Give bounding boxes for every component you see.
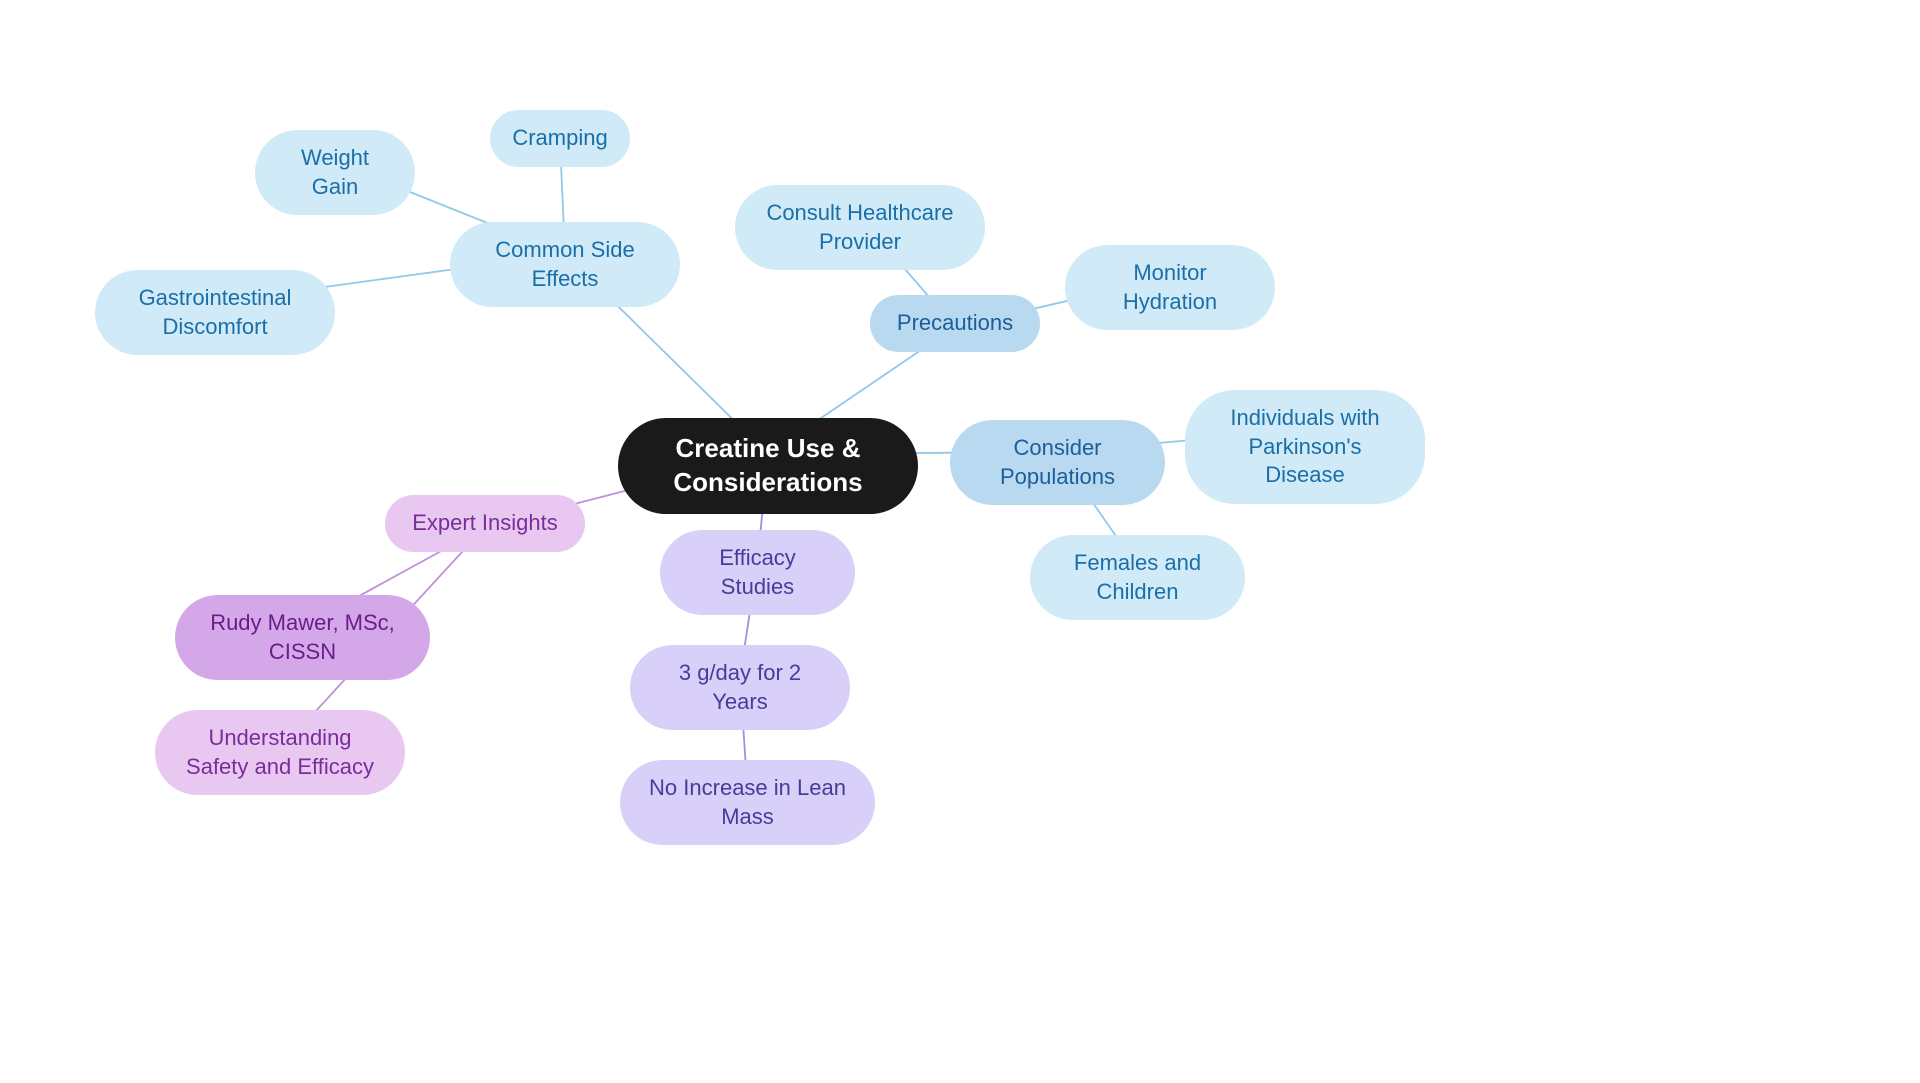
rudy-mawer[interactable]: Rudy Mawer, MSc, CISSN bbox=[175, 595, 430, 680]
understanding-safety[interactable]: Understanding Safety and Efficacy bbox=[155, 710, 405, 795]
expert-insights[interactable]: Expert Insights bbox=[385, 495, 585, 552]
common-side-effects[interactable]: Common Side Effects bbox=[450, 222, 680, 307]
parkinsons[interactable]: Individuals with Parkinson's Disease bbox=[1185, 390, 1425, 504]
precautions[interactable]: Precautions bbox=[870, 295, 1040, 352]
efficacy-studies[interactable]: Efficacy Studies bbox=[660, 530, 855, 615]
consult-healthcare[interactable]: Consult Healthcare Provider bbox=[735, 185, 985, 270]
no-increase[interactable]: No Increase in Lean Mass bbox=[620, 760, 875, 845]
mindmap-container: Creatine Use & Considerations Common Side… bbox=[0, 0, 1920, 1083]
consider-populations[interactable]: Consider Populations bbox=[950, 420, 1165, 505]
females-children[interactable]: Females and Children bbox=[1030, 535, 1245, 620]
gastrointestinal[interactable]: Gastrointestinal Discomfort bbox=[95, 270, 335, 355]
cramping[interactable]: Cramping bbox=[490, 110, 630, 167]
3g-day[interactable]: 3 g/day for 2 Years bbox=[630, 645, 850, 730]
center-node[interactable]: Creatine Use & Considerations bbox=[618, 418, 918, 514]
monitor-hydration[interactable]: Monitor Hydration bbox=[1065, 245, 1275, 330]
weight-gain[interactable]: Weight Gain bbox=[255, 130, 415, 215]
